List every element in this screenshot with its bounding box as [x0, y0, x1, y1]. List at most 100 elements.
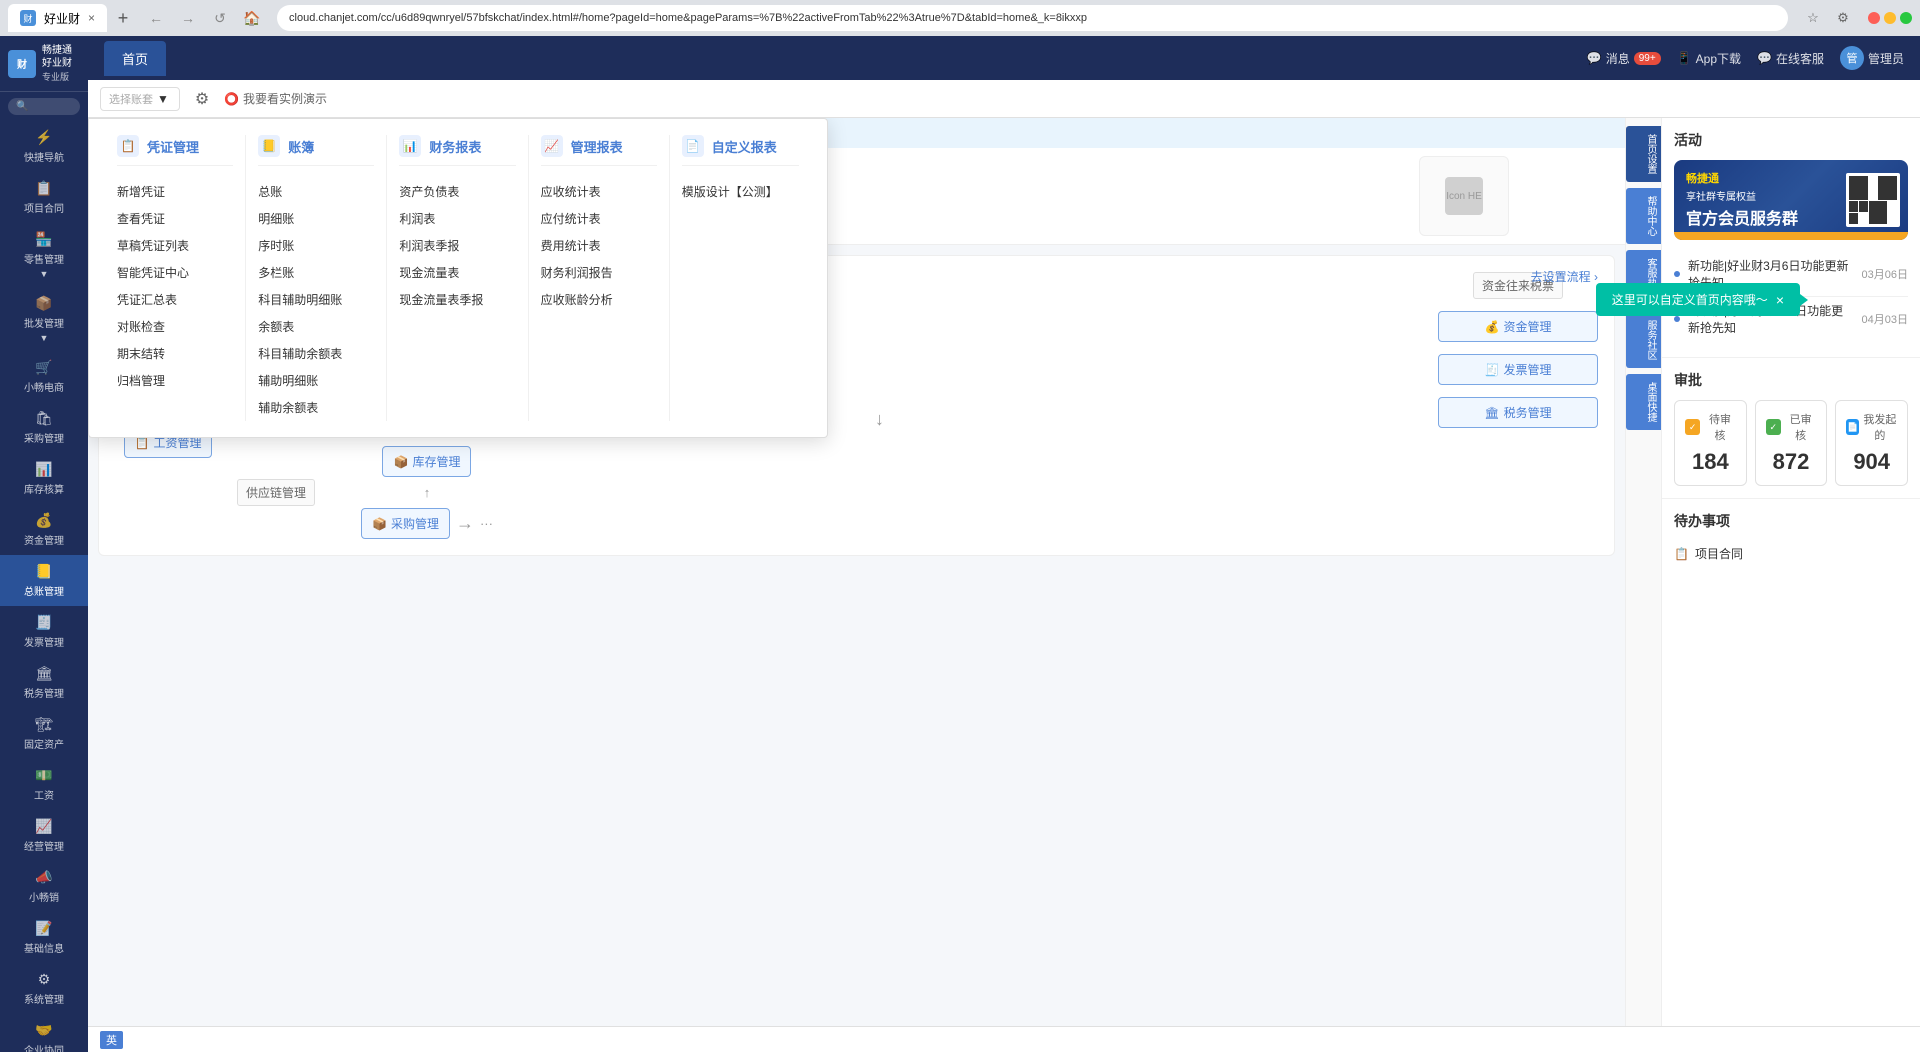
- bookmark-icon[interactable]: ☆: [1800, 5, 1826, 31]
- extension-icon[interactable]: ⚙: [1830, 5, 1856, 31]
- sidebar-item-general-ledger[interactable]: 📒总账管理: [0, 555, 88, 606]
- sidebar-item-finance[interactable]: 💰资金管理: [0, 504, 88, 555]
- dd-item-balance-table[interactable]: 余额表: [258, 313, 374, 340]
- app-name: 畅捷通好业财: [42, 44, 80, 70]
- dd-item-aux-detail-ledger[interactable]: 辅助明细账: [258, 367, 374, 394]
- right-nav-home-settings[interactable]: 首页设置: [1626, 126, 1661, 182]
- dd-item-view-voucher[interactable]: 查看凭证: [117, 205, 233, 232]
- demo-link[interactable]: ⭕ 我要看实例演示: [224, 90, 327, 107]
- activity-banner[interactable]: 畅捷通 享社群专属权益 官方会员服务群 立即加入: [1674, 160, 1908, 240]
- sidebar-item-system-mgmt[interactable]: ⚙系统管理: [0, 963, 88, 1014]
- dd-item-payable-stats[interactable]: 应付统计表: [541, 205, 657, 232]
- dd-item-detail-ledger[interactable]: 明细账: [258, 205, 374, 232]
- dd-item-subject-aux-detail[interactable]: 科目辅助明细账: [258, 286, 374, 313]
- dd-item-balance-sheet[interactable]: 资产负债表: [399, 178, 515, 205]
- dd-item-template-design[interactable]: 模版设计【公测】: [682, 178, 799, 205]
- settings-gear-icon[interactable]: ⚙: [188, 85, 216, 113]
- sidebar-item-ecommerce[interactable]: 🛒小畅电商: [0, 351, 88, 402]
- col-custom-report-title: 自定义报表: [712, 137, 777, 156]
- right-nav-desktop[interactable]: 桌面快捷: [1626, 374, 1661, 430]
- capital-mgmt-box[interactable]: 💰资金管理: [1438, 311, 1598, 342]
- sidebar-item-marketing[interactable]: 📣小畅销: [0, 861, 88, 912]
- tooltip-close-icon[interactable]: ×: [1776, 292, 1784, 308]
- tab-title: 好业财: [44, 10, 80, 27]
- dd-item-multi-col-ledger[interactable]: 多栏账: [258, 259, 374, 286]
- status-lang-badge[interactable]: 英: [100, 1031, 123, 1049]
- tax-mgmt-box[interactable]: 🏛税务管理: [1438, 397, 1598, 428]
- user-avatar[interactable]: 管 管理员: [1840, 46, 1904, 70]
- approval-card-approved[interactable]: ✓ 已审核 872: [1755, 400, 1828, 486]
- dd-item-general-ledger[interactable]: 总账: [258, 178, 374, 205]
- message-icon-item[interactable]: 💬 消息 99+: [1587, 50, 1661, 67]
- dd-item-voucher-summary[interactable]: 凭证汇总表: [117, 286, 233, 313]
- dd-item-profit-loss[interactable]: 利润表: [399, 205, 515, 232]
- dd-item-chrono-ledger[interactable]: 序时账: [258, 232, 374, 259]
- sidebar-search-input[interactable]: 🔍: [8, 98, 80, 115]
- banner-line1: 畅捷通: [1686, 170, 1802, 186]
- approval-approved-count: 872: [1766, 449, 1817, 475]
- dropdown-menu[interactable]: 📋 凭证管理 新增凭证 查看凭证 草稿凭证列表 智能凭证中心 凭证汇总表 对账检…: [88, 118, 828, 438]
- sidebar-item-fixed-assets[interactable]: 🏗固定资产: [0, 708, 88, 759]
- dd-item-reconciliation[interactable]: 对账检查: [117, 313, 233, 340]
- dd-item-profit-report[interactable]: 财务利润报告: [541, 259, 657, 286]
- app-logo[interactable]: 财 畅捷通好业财 专业版: [0, 36, 88, 92]
- sidebar-item-project-contract[interactable]: 📋项目合同: [0, 172, 88, 223]
- approval-card-pending[interactable]: ✓ 待审核 184: [1674, 400, 1747, 486]
- dd-item-receivable-stats[interactable]: 应收统计表: [541, 178, 657, 205]
- forward-button[interactable]: →: [175, 5, 201, 31]
- invoice-mgmt-box[interactable]: 🧾发票管理: [1438, 354, 1598, 385]
- dd-item-smart-voucher[interactable]: 智能凭证中心: [117, 259, 233, 286]
- sidebar-item-corp-coop[interactable]: 🤝企业协同: [0, 1014, 88, 1052]
- dd-item-archive[interactable]: 归档管理: [117, 367, 233, 394]
- dd-item-aux-balance[interactable]: 辅助余额表: [258, 394, 374, 421]
- dd-item-ar-aging[interactable]: 应收账龄分析: [541, 286, 657, 313]
- refresh-button[interactable]: ↺: [207, 5, 233, 31]
- sidebar-item-wholesale[interactable]: 📦批发管理 ▼: [0, 287, 88, 351]
- tab-home[interactable]: 首页: [104, 41, 166, 76]
- procurement-mgmt-box[interactable]: 📦采购管理: [361, 508, 450, 539]
- approval-card-initiated[interactable]: 📄 我发起的 904: [1835, 400, 1908, 486]
- dd-item-expense-stats[interactable]: 费用统计表: [541, 232, 657, 259]
- account-selector[interactable]: 选择账套 ▼: [100, 87, 180, 111]
- todo-item-project-contract[interactable]: 📋 项目合同: [1674, 539, 1908, 568]
- sidebar-item-retail[interactable]: 🏪零售管理 ▼: [0, 223, 88, 287]
- setup-flow-link[interactable]: 去设置流程 ›: [1531, 268, 1598, 285]
- sidebar-item-tax[interactable]: 🏛税务管理: [0, 657, 88, 708]
- sidebar-item-payroll[interactable]: 💵工资: [0, 759, 88, 810]
- sidebar-item-invoice[interactable]: 🧾发票管理: [0, 606, 88, 657]
- home-button[interactable]: 🏠: [239, 5, 265, 31]
- dd-item-subject-aux-balance[interactable]: 科目辅助余额表: [258, 340, 374, 367]
- new-tab-button[interactable]: +: [111, 6, 135, 30]
- news-date-0: 03月06日: [1862, 266, 1908, 282]
- dd-item-profit-quarterly[interactable]: 利润表季报: [399, 232, 515, 259]
- online-service-link[interactable]: 💬 在线客服: [1757, 50, 1824, 67]
- right-nav-help[interactable]: 帮助中心: [1626, 188, 1661, 244]
- activity-section-title: 活动: [1674, 130, 1908, 150]
- approval-section-title: 审批: [1674, 370, 1908, 390]
- app-download-link[interactable]: 📱 App下载: [1677, 50, 1741, 67]
- sidebar-item-inventory[interactable]: 📊库存核算: [0, 453, 88, 504]
- app-edition: 专业版: [42, 70, 80, 83]
- dd-item-cashflow[interactable]: 现金流量表: [399, 259, 515, 286]
- address-bar[interactable]: cloud.chanjet.com/cc/u6d89qwnryel/57bfsk…: [277, 5, 1788, 31]
- sidebar-item-quick-nav[interactable]: ⚡快捷导航: [0, 121, 88, 172]
- dd-item-cashflow-quarterly[interactable]: 现金流量表季报: [399, 286, 515, 313]
- right-nav-community[interactable]: 服务社区: [1626, 312, 1661, 368]
- banner-qr-code: [1846, 173, 1900, 227]
- inventory-mgmt-box[interactable]: 📦库存管理: [382, 446, 471, 477]
- tab-close-icon[interactable]: ×: [88, 11, 95, 25]
- tooltip-text: 这里可以自定义首页内容哦～: [1612, 291, 1768, 308]
- sidebar-item-ops[interactable]: 📈经营管理: [0, 810, 88, 861]
- dd-item-add-voucher[interactable]: 新增凭证: [117, 178, 233, 205]
- news-dot-1: [1674, 316, 1680, 322]
- back-button[interactable]: ←: [143, 5, 169, 31]
- supply-chain-label: 供应链管理: [237, 479, 315, 506]
- col-fin-report-title: 财务报表: [429, 137, 481, 156]
- icon-he-item[interactable]: Icon HE: [1419, 156, 1509, 236]
- todo-section-title: 待办事项: [1674, 511, 1908, 531]
- sidebar-item-procurement[interactable]: 🛍采购管理: [0, 402, 88, 453]
- dd-item-draft-list[interactable]: 草稿凭证列表: [117, 232, 233, 259]
- dd-item-period-end[interactable]: 期末结转: [117, 340, 233, 367]
- col-ledger-title: 账簿: [288, 137, 314, 156]
- sidebar-item-basic-info[interactable]: 📝基础信息: [0, 912, 88, 963]
